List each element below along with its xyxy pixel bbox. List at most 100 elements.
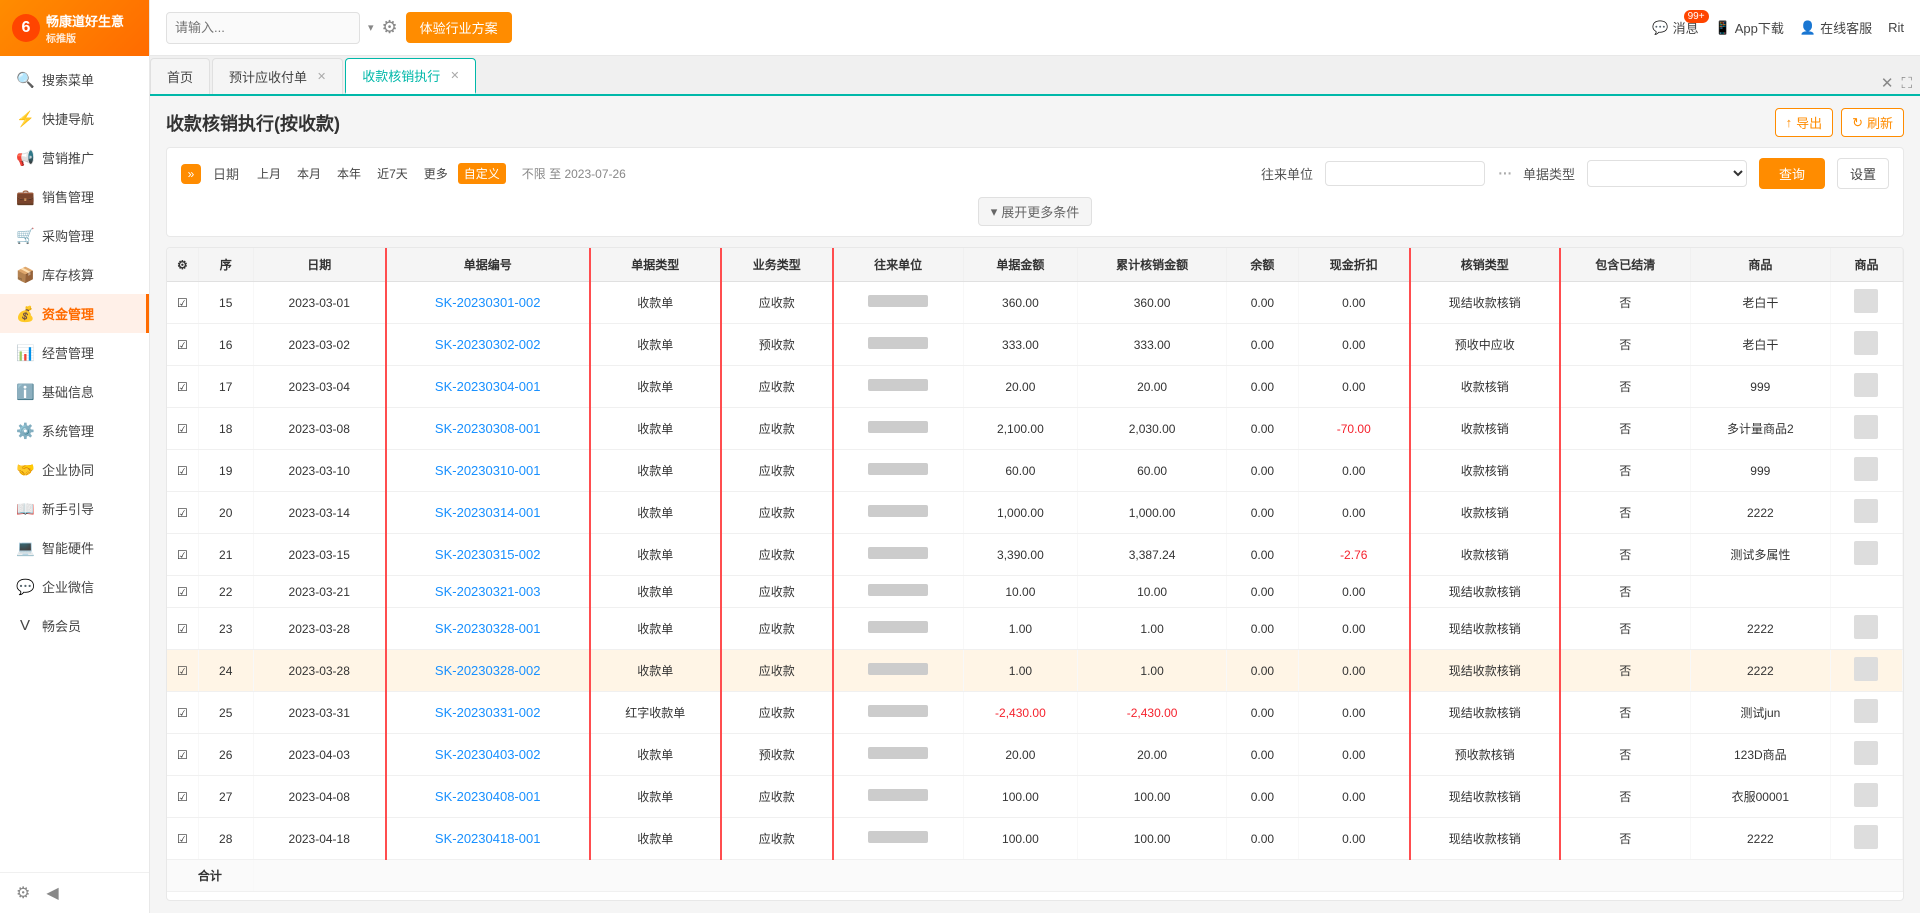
export-button[interactable]: ↑ 导出 [1775,108,1834,137]
bill-no-link[interactable]: SK-20230328-001 [435,621,541,636]
cell-include-settled: 否 [1560,608,1690,650]
fullscreen-icon[interactable]: ⛶ [1901,75,1912,92]
cell-gear[interactable]: ☑ [167,492,198,534]
cell-bill-type: 收款单 [590,776,721,818]
cell-product1: 测试多属性 [1690,534,1830,576]
sidebar-item-inventory[interactable]: 📦库存核算 [0,255,149,294]
sidebar-item-member[interactable]: V畅会员 [0,606,149,645]
user-menu[interactable]: Rit [1888,20,1904,35]
bill-no-link[interactable]: SK-20230403-002 [435,747,541,762]
cell-gear[interactable]: ☑ [167,408,198,450]
cell-bill-no: SK-20230331-002 [386,692,590,734]
col-gear[interactable]: ⚙ [167,248,198,282]
app-download-button[interactable]: 📱 App下载 [1715,18,1784,37]
counterparty-input[interactable] [1325,161,1485,186]
bill-no-link[interactable]: SK-20230315-002 [435,547,541,562]
filter-toggle-button[interactable]: » [181,164,201,184]
page-title: 收款核销执行(按收款) [166,110,340,136]
cell-biz-type: 应收款 [721,408,833,450]
logo-icon: 6 [12,14,40,42]
cell-cash-discount: 0.00 [1298,734,1409,776]
sidebar-item-wechat[interactable]: 💬企业微信 [0,567,149,606]
cell-bill-type: 收款单 [590,534,721,576]
query-button[interactable]: 查询 [1759,158,1825,189]
receipt-type-select[interactable] [1587,160,1747,187]
counterparty-dots[interactable]: ··· [1497,162,1511,185]
cell-date: 2023-04-08 [253,776,386,818]
tab-home[interactable]: 首页 [150,58,210,94]
tab-receipt[interactable]: 收款核销执行 ✕ [345,58,476,94]
sidebar-item-system[interactable]: ⚙️系统管理 [0,411,149,450]
cell-amount: 60.00 [963,450,1078,492]
cell-total-cancel: 333.00 [1078,324,1227,366]
table-row: ☑ 23 2023-03-28 SK-20230328-001 收款单 应收款 … [167,608,1903,650]
tab-pending[interactable]: 预计应收付单 ✕ [212,58,343,94]
sidebar-item-operations[interactable]: 📊经营管理 [0,333,149,372]
cell-bill-type: 收款单 [590,608,721,650]
date-last-7days[interactable]: 近7天 [371,163,414,184]
cell-gear[interactable]: ☑ [167,692,198,734]
sidebar-item-basic[interactable]: ℹ️基础信息 [0,372,149,411]
sidebar-item-hardware[interactable]: 💻智能硬件 [0,528,149,567]
cell-gear[interactable]: ☑ [167,534,198,576]
cell-gear[interactable]: ☑ [167,366,198,408]
cell-total-cancel: 20.00 [1078,734,1227,776]
date-custom-button[interactable]: 自定义 [458,163,506,184]
cell-gear[interactable]: ☑ [167,608,198,650]
date-this-month[interactable]: 本月 [291,163,327,184]
date-last-month[interactable]: 上月 [251,163,287,184]
cell-gear[interactable]: ☑ [167,734,198,776]
bill-no-link[interactable]: SK-20230304-001 [435,379,541,394]
sidebar-icon-wechat: 💬 [16,578,34,596]
settings-button[interactable]: 设置 [1837,158,1889,189]
collapse-icon[interactable]: ◀ [46,883,58,903]
cell-gear[interactable]: ☑ [167,576,198,608]
cell-gear[interactable]: ☑ [167,282,198,324]
bill-no-link[interactable]: SK-20230321-003 [435,584,541,599]
bill-no-link[interactable]: SK-20230314-001 [435,505,541,520]
industry-solution-button[interactable]: 体验行业方案 [406,12,512,43]
cell-bill-no: SK-20230328-001 [386,608,590,650]
bill-no-link[interactable]: SK-20230408-001 [435,789,541,804]
bill-no-link[interactable]: SK-20230328-002 [435,663,541,678]
sidebar-item-guide[interactable]: 📖新手引导 [0,489,149,528]
sidebar-item-search[interactable]: 🔍搜索菜单 [0,60,149,99]
sidebar-item-finance[interactable]: 💰资金管理 [0,294,149,333]
cell-gear[interactable]: ☑ [167,324,198,366]
settings-icon[interactable]: ⚙ [16,883,30,903]
cell-product1: 999 [1690,450,1830,492]
tab-receipt-close[interactable]: ✕ [450,69,459,82]
sidebar-item-marketing[interactable]: 📢营销推广 [0,138,149,177]
cell-gear[interactable]: ☑ [167,450,198,492]
bill-no-link[interactable]: SK-20230418-001 [435,831,541,846]
topbar-search-input[interactable] [175,20,351,35]
sidebar-item-sales[interactable]: 💼销售管理 [0,177,149,216]
sidebar-item-enterprise[interactable]: 🤝企业协同 [0,450,149,489]
page-content: 收款核销执行(按收款) ↑ 导出 ↻ 刷新 » 日期 上月 本月 [150,96,1920,913]
dropdown-icon[interactable]: ▾ [368,21,374,34]
sidebar-item-purchase[interactable]: 🛒采购管理 [0,216,149,255]
date-more[interactable]: 更多 [418,163,454,184]
bill-no-link[interactable]: SK-20230310-001 [435,463,541,478]
bill-no-link[interactable]: SK-20230301-002 [435,295,541,310]
cell-cancel-type: 现结收款核销 [1410,818,1560,860]
close-tab-icon[interactable]: ✕ [1881,74,1894,92]
date-this-year[interactable]: 本年 [331,163,367,184]
online-service-button[interactable]: 👤 在线客服 [1800,18,1872,37]
topbar-gear-icon[interactable]: ⚙ [382,17,398,38]
tab-pending-close[interactable]: ✕ [317,70,326,83]
expand-conditions-button[interactable]: ▾ 展开更多条件 [978,197,1093,226]
sidebar-label-purchase: 采购管理 [42,226,94,245]
cell-gear[interactable]: ☑ [167,776,198,818]
col-counterparty: 往来单位 [833,248,963,282]
sidebar-item-quick[interactable]: ⚡快捷导航 [0,99,149,138]
message-button[interactable]: 💬 消息 99+ [1652,18,1698,37]
sidebar-label-quick: 快捷导航 [42,109,94,128]
bill-no-link[interactable]: SK-20230302-002 [435,337,541,352]
cell-gear[interactable]: ☑ [167,818,198,860]
refresh-button[interactable]: ↻ 刷新 [1841,108,1904,137]
cell-bill-no: SK-20230408-001 [386,776,590,818]
bill-no-link[interactable]: SK-20230308-001 [435,421,541,436]
cell-gear[interactable]: ☑ [167,650,198,692]
bill-no-link[interactable]: SK-20230331-002 [435,705,541,720]
